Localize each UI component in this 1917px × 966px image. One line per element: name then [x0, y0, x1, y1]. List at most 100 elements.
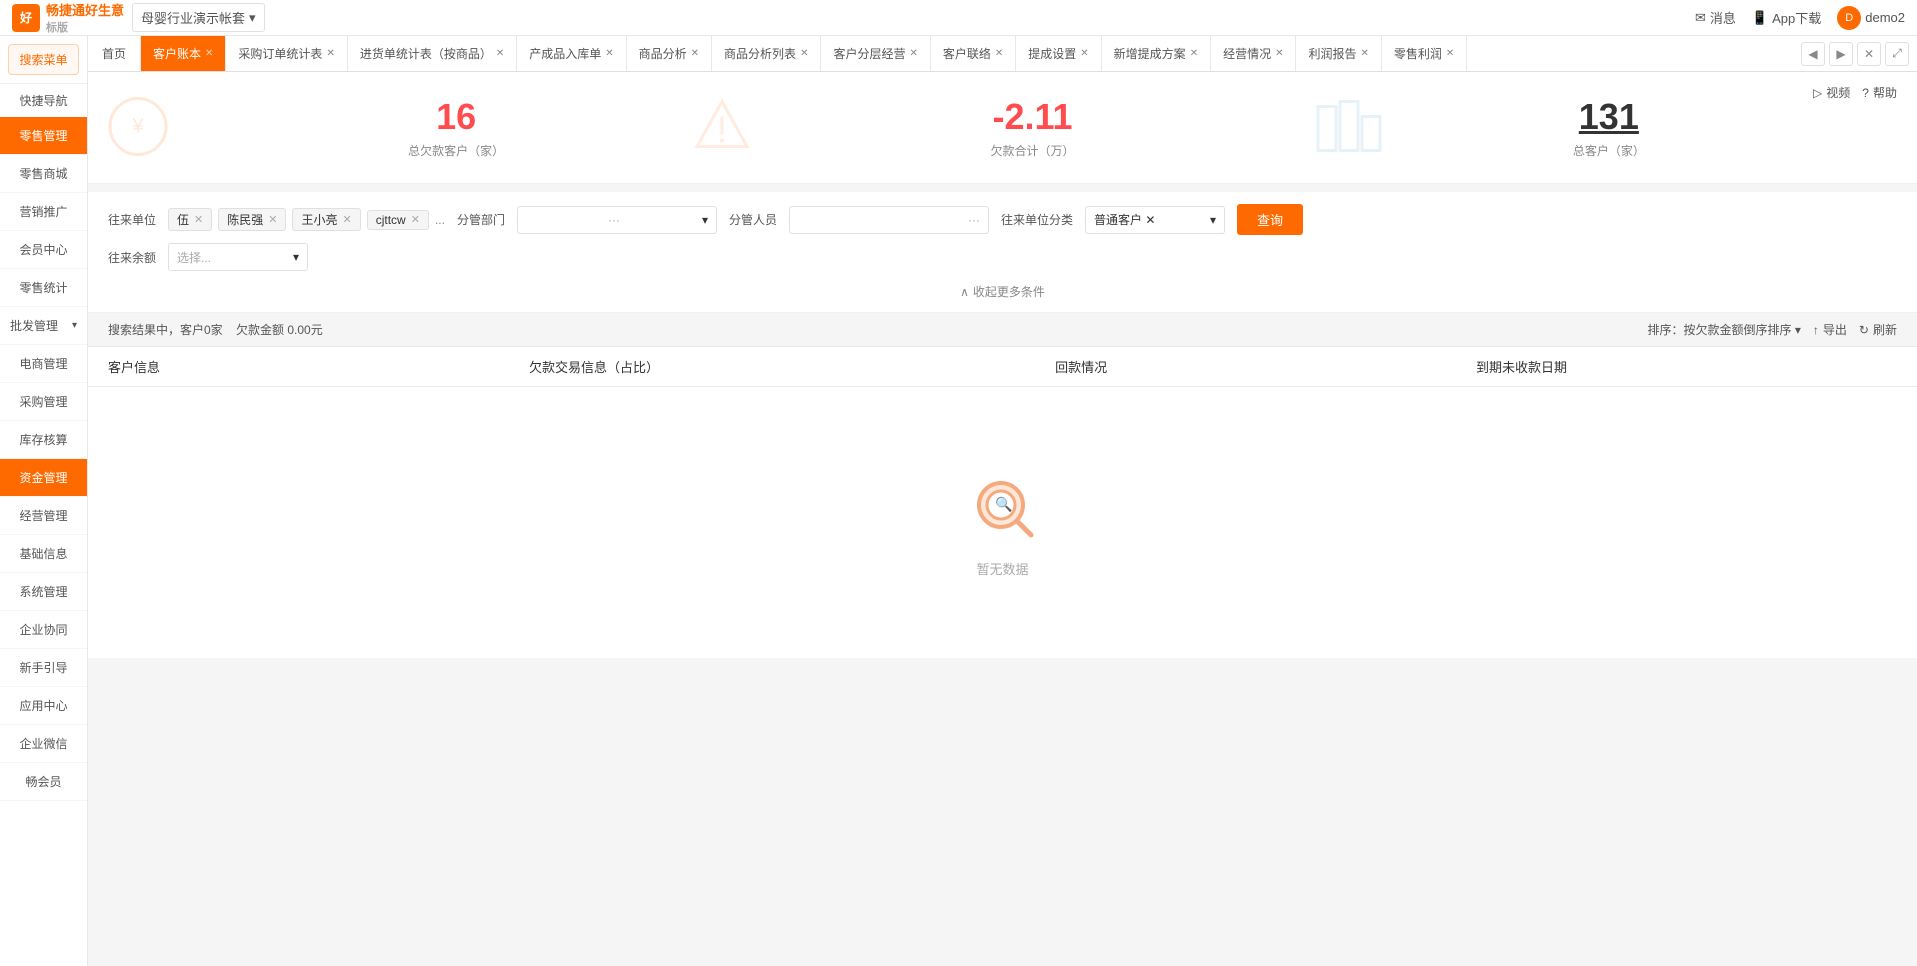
sidebar-item-member-center[interactable]: 会员中心: [0, 231, 87, 269]
tab-product-analysis[interactable]: 商品分析 ✕: [627, 36, 712, 71]
top-bar-left: 好 畅捷通好生意 标版 母婴行业演示帐套 ▾: [12, 0, 265, 35]
sidebar-quicknav[interactable]: 快捷导航: [0, 84, 87, 117]
tab-purchase-stats[interactable]: 采购订单统计表 ✕: [226, 36, 347, 71]
sidebar-item-retail-mgmt[interactable]: 零售管理: [0, 117, 87, 155]
stat-overdue-customers-label: 总欠款客户（家）: [408, 142, 504, 159]
sidebar-item-finance-mgmt[interactable]: 资金管理: [0, 459, 87, 497]
remove-tag-wang[interactable]: ✕: [343, 213, 352, 226]
stat-overdue-total-label: 欠款合计（万）: [990, 142, 1074, 159]
tab-prev-button[interactable]: ◀: [1801, 42, 1825, 66]
dept-filter-select[interactable]: ··· ▾: [517, 206, 717, 234]
tab-goods-in-stats[interactable]: 进货单统计表（按商品） ✕: [348, 36, 517, 71]
stat-total-customers-label: 总客户（家）: [1573, 142, 1645, 159]
tab-close-icon[interactable]: ✕: [1275, 48, 1283, 59]
logo-icon: 好: [12, 4, 40, 32]
sidebar-item-retail-stats[interactable]: 零售统计: [0, 269, 87, 307]
tab-close-all-button[interactable]: ✕: [1857, 42, 1881, 66]
sidebar-item-marketing[interactable]: 营销推广: [0, 193, 87, 231]
logo-text: 畅捷通好生意 标版: [46, 0, 124, 35]
sidebar-item-chang-member[interactable]: 畅会员: [0, 763, 87, 801]
tab-close-icon[interactable]: ✕: [1361, 48, 1369, 59]
sidebar-item-basic-info[interactable]: 基础信息: [0, 535, 87, 573]
stats-bg-icon-mid: [692, 96, 752, 159]
table-empty-state: 🔍 暂无数据: [88, 387, 1917, 658]
user-info[interactable]: D demo2: [1837, 6, 1905, 30]
message-icon: ✉: [1695, 10, 1706, 26]
sidebar-item-retail-mall[interactable]: 零售商城: [0, 155, 87, 193]
sidebar-item-purchase-mgmt[interactable]: 采购管理: [0, 383, 87, 421]
dept-select-more[interactable]: ···: [608, 213, 620, 227]
data-table: 客户信息 欠款交易信息（占比） 回款情况 到期未收款日期 🔍: [88, 347, 1917, 658]
empty-text: 暂无数据: [976, 559, 1028, 578]
collapse-filter-btn[interactable]: ∧ 收起更多条件: [108, 279, 1897, 304]
remove-tag-chen[interactable]: ✕: [268, 213, 277, 226]
tab-close-icon[interactable]: ✕: [496, 48, 504, 59]
svg-text:🔍: 🔍: [995, 495, 1012, 513]
export-button[interactable]: ↑ 导出: [1813, 321, 1847, 338]
refresh-button[interactable]: ↻ 刷新: [1859, 321, 1897, 338]
query-button[interactable]: 查询: [1237, 204, 1303, 235]
more-tags-btn[interactable]: ...: [435, 213, 445, 227]
tab-close-icon[interactable]: ✕: [995, 48, 1003, 59]
tab-add-commission[interactable]: 新增提成方案 ✕: [1102, 36, 1211, 71]
tab-next-button[interactable]: ▶: [1829, 42, 1853, 66]
tab-controls: ◀ ▶ ✕ ⤢: [1793, 42, 1917, 66]
tab-home[interactable]: 首页: [88, 36, 141, 71]
remove-tag-wu[interactable]: ✕: [194, 213, 203, 226]
tab-close-icon[interactable]: ✕: [605, 48, 613, 59]
top-bar-right: ✉ 消息 📱 App下载 D demo2: [1695, 6, 1905, 30]
sidebar-item-app-center[interactable]: 应用中心: [0, 687, 87, 725]
category-filter-select[interactable]: 普通客户 ✕ ▾: [1085, 206, 1225, 234]
remove-category[interactable]: ✕: [1145, 213, 1155, 227]
tab-close-icon[interactable]: ✕: [691, 48, 699, 59]
tab-close-icon[interactable]: ✕: [205, 48, 213, 59]
tab-customer-ledger[interactable]: 客户账本 ✕: [141, 36, 226, 71]
chevron-down-icon: ▾: [72, 320, 77, 331]
tab-customer-tier[interactable]: 客户分层经营 ✕: [821, 36, 930, 71]
stats-row: ¥ 16 总欠款客户（家） -2.11 欠款: [88, 72, 1917, 184]
tab-business-status[interactable]: 经营情况 ✕: [1211, 36, 1296, 71]
tab-customer-contact[interactable]: 客户联络 ✕: [931, 36, 1016, 71]
sidebar-item-enterprise-wechat[interactable]: 企业微信: [0, 725, 87, 763]
tab-retail-profit[interactable]: 零售利润 ✕: [1382, 36, 1467, 71]
tab-close-icon[interactable]: ✕: [326, 48, 334, 59]
tab-close-icon[interactable]: ✕: [1080, 48, 1088, 59]
balance-filter-select[interactable]: 选择... ▾: [168, 243, 308, 271]
result-bar: 搜索结果中，客户0家 欠款金额 0.00元 排序：按欠款金额倒序排序 ▾ ↑ 导…: [88, 313, 1917, 347]
empty-illustration: 🔍: [963, 467, 1043, 547]
tab-close-icon[interactable]: ✕: [1446, 48, 1454, 59]
tab-close-icon[interactable]: ✕: [1190, 48, 1198, 59]
avatar: D: [1837, 6, 1861, 30]
sidebar-item-enterprise-collab[interactable]: 企业协同: [0, 611, 87, 649]
collapse-icon: ∧: [960, 285, 969, 299]
sidebar-item-system-mgmt[interactable]: 系统管理: [0, 573, 87, 611]
sidebar-item-wholesale-mgmt[interactable]: 批发管理 ▾: [0, 307, 87, 345]
category-filter-label: 往来单位分类: [1001, 211, 1073, 228]
tab-expand-button[interactable]: ⤢: [1885, 42, 1909, 66]
staff-select-more[interactable]: ···: [968, 213, 980, 227]
sidebar-item-newbie-guide[interactable]: 新手引导: [0, 649, 87, 687]
staff-filter-select[interactable]: ···: [789, 206, 989, 234]
main-layout: 搜索菜单 快捷导航 零售管理 零售商城 营销推广 会员中心 零售统计 批发管理 …: [0, 36, 1917, 966]
tab-profit-report[interactable]: 利润报告 ✕: [1296, 36, 1381, 71]
tab-product-analysis-list[interactable]: 商品分析列表 ✕: [712, 36, 821, 71]
tab-commission-settings[interactable]: 提成设置 ✕: [1016, 36, 1101, 71]
sidebar-item-ecommerce[interactable]: 电商管理: [0, 345, 87, 383]
sidebar-item-inventory[interactable]: 库存核算: [0, 421, 87, 459]
sidebar-item-operations[interactable]: 经营管理: [0, 497, 87, 535]
sidebar: 搜索菜单 快捷导航 零售管理 零售商城 营销推广 会员中心 零售统计 批发管理 …: [0, 36, 88, 966]
search-menu-button[interactable]: 搜索菜单: [8, 44, 79, 75]
download-btn[interactable]: 📱 App下载: [1752, 8, 1821, 27]
help-button[interactable]: ? 帮助: [1862, 84, 1897, 101]
col-due-date: 到期未收款日期: [1476, 357, 1897, 376]
video-button[interactable]: ▷ 视频: [1813, 84, 1850, 101]
tab-finished-goods[interactable]: 产成品入库单 ✕: [517, 36, 626, 71]
tab-close-icon[interactable]: ✕: [800, 48, 808, 59]
store-selector[interactable]: 母婴行业演示帐套 ▾: [132, 3, 265, 32]
message-btn[interactable]: ✉ 消息: [1695, 8, 1736, 27]
remove-tag-cjttcw[interactable]: ✕: [411, 213, 420, 226]
sort-label: 排序：按欠款金额倒序排序 ▾: [1648, 321, 1801, 338]
filter-row-1: 往来单位 伍 ✕ 陈民强 ✕ 王小亮 ✕: [108, 204, 1897, 235]
tab-close-icon[interactable]: ✕: [909, 48, 917, 59]
content-area: 首页 客户账本 ✕ 采购订单统计表 ✕ 进货单统计表（按商品） ✕ 产成品入库单…: [88, 36, 1917, 966]
